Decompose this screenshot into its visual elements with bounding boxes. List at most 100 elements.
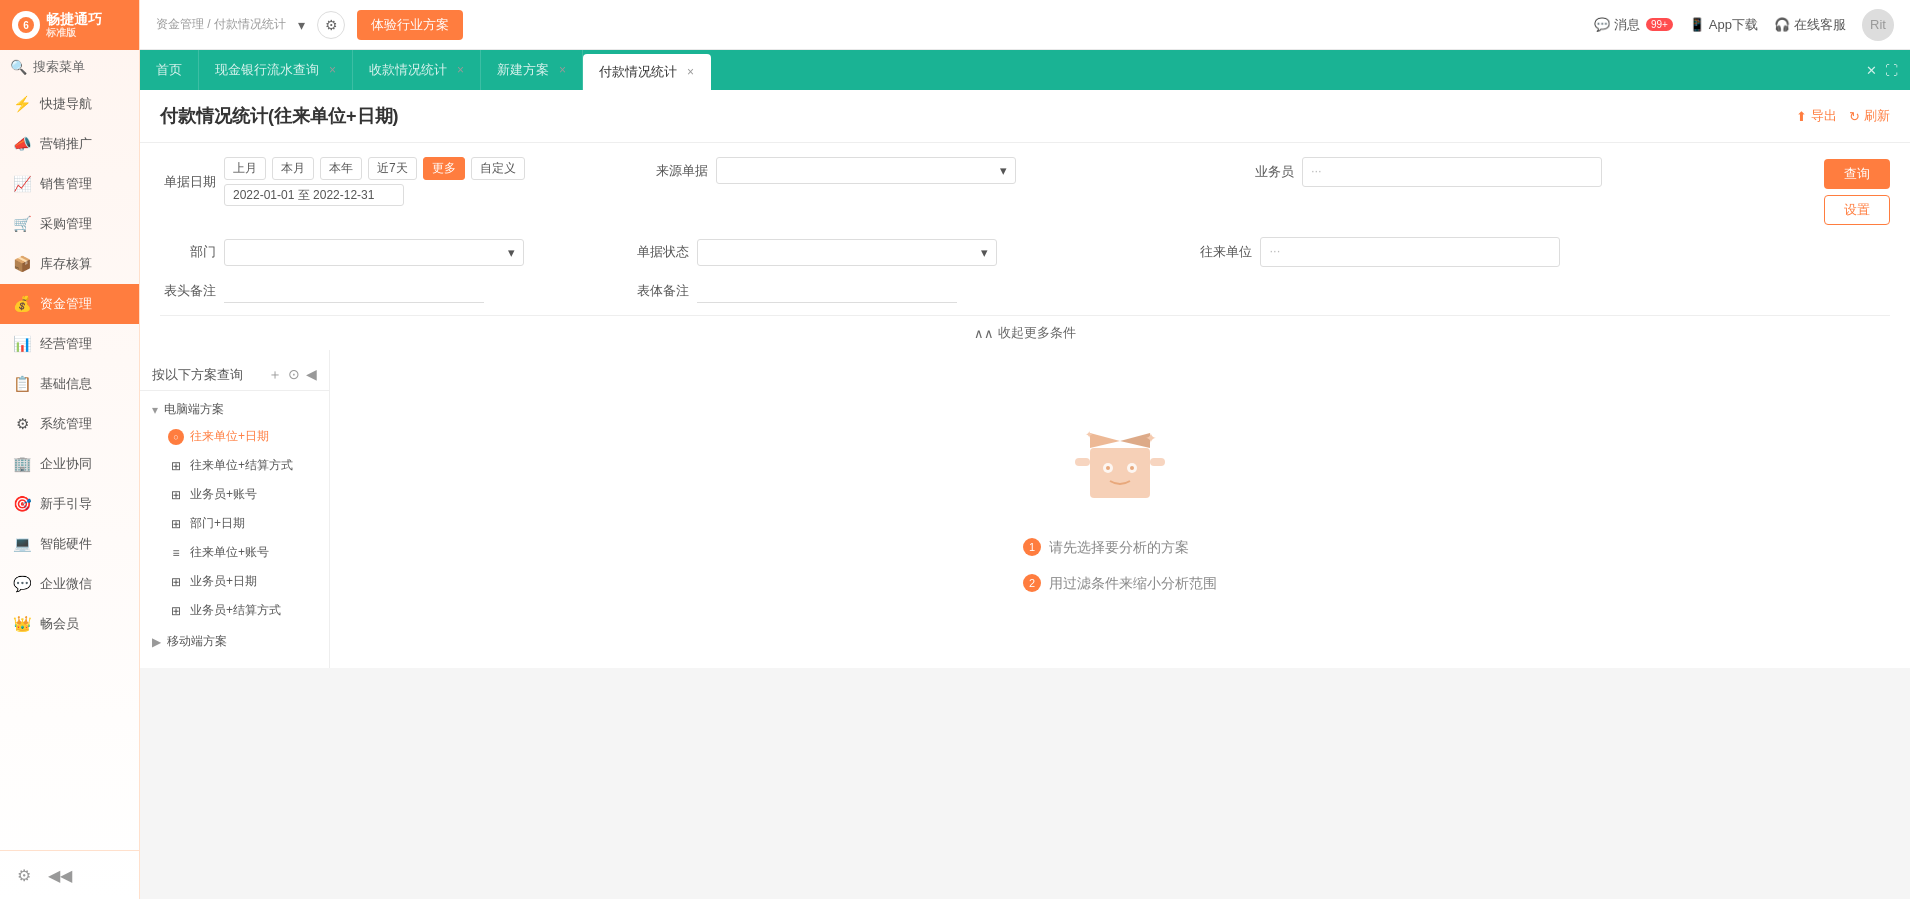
enterprise-icon: 🏢 [12, 454, 32, 474]
status-filter-label: 单据状态 [633, 243, 689, 261]
tab-income-stat-label: 收款情况统计 [369, 61, 447, 79]
tab-expand-icon[interactable]: ⛶ [1885, 63, 1898, 78]
sidebar-item-inventory[interactable]: 📦 库存核算 [0, 244, 139, 284]
scheme-group-pc-title[interactable]: ▾ 电脑端方案 [140, 397, 329, 422]
logo-icon: 6 [12, 11, 40, 39]
scheme-item-dept-date[interactable]: ⊞ 部门+日期 [140, 509, 329, 538]
avatar-text: Rit [1870, 17, 1886, 32]
scheme-add-btn[interactable]: ＋ [268, 366, 282, 384]
scheme-item-salesman-account[interactable]: ⊞ 业务员+账号 [140, 480, 329, 509]
sidebar-item-marketing[interactable]: 📣 营销推广 [0, 124, 139, 164]
marketing-icon: 📣 [12, 134, 32, 154]
status-select[interactable]: ▾ [697, 239, 997, 266]
sidebar-item-smart-hw[interactable]: 💻 智能硬件 [0, 524, 139, 564]
tab-new-scheme-close[interactable]: × [559, 63, 566, 77]
message-label: 消息 [1614, 16, 1640, 34]
sidebar-item-label: 新手引导 [40, 495, 92, 513]
svg-point-5 [1106, 466, 1110, 470]
export-btn[interactable]: ⬆ 导出 [1796, 107, 1837, 125]
tab-new-scheme[interactable]: 新建方案 × [481, 50, 583, 90]
sidebar-item-enterprise[interactable]: 🏢 企业协同 [0, 444, 139, 484]
topbar-gear-btn[interactable]: ⚙ [317, 11, 345, 39]
date-btn-this-year[interactable]: 本年 [320, 157, 362, 180]
empty-tip-2: 2 用过滤条件来缩小分析范围 [1023, 569, 1217, 597]
tip-num-2: 2 [1023, 574, 1041, 592]
user-avatar[interactable]: Rit [1862, 9, 1894, 41]
date-btn-this-month[interactable]: 本月 [272, 157, 314, 180]
sidebar-item-label: 快捷导航 [40, 95, 92, 113]
sidebar-item-vip[interactable]: 👑 畅会员 [0, 604, 139, 644]
query-btn[interactable]: 查询 [1824, 159, 1890, 189]
date-btn-7days[interactable]: 近7天 [368, 157, 417, 180]
sidebar-item-capital[interactable]: 💰 资金管理 [0, 284, 139, 324]
date-btn-more[interactable]: 更多 [423, 157, 465, 180]
tab-close-all-icon[interactable]: ✕ [1866, 63, 1877, 78]
tab-payment-stat[interactable]: 付款情况统计 × [583, 54, 711, 90]
salesman-account-label: 业务员+账号 [190, 486, 257, 503]
topbar-dropdown-arrow[interactable]: ▾ [298, 17, 305, 33]
partner-account-label: 往来单位+账号 [190, 544, 269, 561]
scheme-item-salesman-date[interactable]: ⊞ 业务员+日期 [140, 567, 329, 596]
salesman-select[interactable]: ··· [1302, 157, 1602, 187]
sidebar-collapse-btn[interactable]: ◀◀ [46, 861, 74, 889]
search-menu-item[interactable]: 🔍 搜索菜单 [0, 50, 139, 84]
source-select[interactable]: ▾ [716, 157, 1016, 184]
search-menu-label: 搜索菜单 [33, 58, 85, 76]
tab-cash-flow[interactable]: 现金银行流水查询 × [199, 50, 353, 90]
date-btn-last-month[interactable]: 上月 [224, 157, 266, 180]
scheme-settings-btn[interactable]: ⊙ [288, 366, 300, 384]
date-range-input[interactable] [224, 184, 404, 206]
empty-state-tips: 1 请先选择要分析的方案 2 用过滤条件来缩小分析范围 [1023, 533, 1217, 605]
body-note-group: 表体备注 [633, 279, 1177, 303]
sidebar-item-label: 销售管理 [40, 175, 92, 193]
tab-income-stat[interactable]: 收款情况统计 × [353, 50, 481, 90]
scheme-item-partner-account[interactable]: ≡ 往来单位+账号 [140, 538, 329, 567]
partner-select[interactable]: ··· [1260, 237, 1560, 267]
sidebar-item-sys-mgmt[interactable]: ⚙ 系统管理 [0, 404, 139, 444]
salesman-payment-label: 业务员+结算方式 [190, 602, 281, 619]
sidebar-item-operations[interactable]: 📊 经营管理 [0, 324, 139, 364]
date-filter-group: 单据日期 上月 本月 本年 近7天 更多 自定义 [160, 157, 632, 206]
settings-btn[interactable]: 设置 [1824, 195, 1890, 225]
sidebar-item-label: 畅会员 [40, 615, 79, 633]
tab-cash-flow-close[interactable]: × [329, 63, 336, 77]
tip-2-text: 用过滤条件来缩小分析范围 [1049, 569, 1217, 597]
sidebar-item-basic-info[interactable]: 📋 基础信息 [0, 364, 139, 404]
svg-rect-8 [1150, 458, 1165, 466]
collapse-btn[interactable]: ∧∧ 收起更多条件 [160, 315, 1890, 350]
message-btn[interactable]: 💬 消息 99+ [1594, 16, 1673, 34]
scheme-item-partner-payment[interactable]: ⊞ 往来单位+结算方式 [140, 451, 329, 480]
svg-text:✦: ✦ [1145, 430, 1157, 446]
scheme-collapse-btn[interactable]: ◀ [306, 366, 317, 384]
source-select-arrow: ▾ [1000, 163, 1007, 178]
sidebar-settings-btn[interactable]: ⚙ [10, 861, 38, 889]
collapse-icon: ∧∧ [974, 326, 994, 341]
date-btn-custom[interactable]: 自定义 [471, 157, 525, 180]
sidebar-item-sales[interactable]: 📈 销售管理 [0, 164, 139, 204]
scheme-item-partner-date[interactable]: ○ 往来单位+日期 [140, 422, 329, 451]
sidebar-item-purchase[interactable]: 🛒 采购管理 [0, 204, 139, 244]
message-icon: 💬 [1594, 17, 1610, 32]
salesman-filter-group: 业务员 ··· [1238, 157, 1804, 187]
trial-btn[interactable]: 体验行业方案 [357, 10, 463, 40]
refresh-btn[interactable]: ↻ 刷新 [1849, 107, 1890, 125]
app-download-btn[interactable]: 📱 App下载 [1689, 16, 1758, 34]
service-btn[interactable]: 🎧 在线客服 [1774, 16, 1846, 34]
scheme-item-salesman-payment[interactable]: ⊞ 业务员+结算方式 [140, 596, 329, 625]
scheme-group-mobile-title[interactable]: ▶ 移动端方案 [140, 629, 329, 654]
tab-home[interactable]: 首页 [140, 50, 199, 90]
pc-group-arrow: ▾ [152, 403, 158, 417]
sidebar-item-newbie[interactable]: 🎯 新手引导 [0, 484, 139, 524]
filter-row-2: 部门 ▾ 单据状态 ▾ 往来单位 ··· [160, 237, 1890, 267]
tab-payment-stat-close[interactable]: × [687, 65, 694, 79]
filter-row-3: 表头备注 表体备注 [160, 279, 1890, 303]
sidebar: 6 畅捷通巧 标准版 🔍 搜索菜单 ⚡ 快捷导航 📣 营销推广 📈 销售管理 🛒… [0, 0, 140, 899]
sidebar-item-quick-nav[interactable]: ⚡ 快捷导航 [0, 84, 139, 124]
dept-select[interactable]: ▾ [224, 239, 524, 266]
sidebar-item-weixin[interactable]: 💬 企业微信 [0, 564, 139, 604]
tab-income-stat-close[interactable]: × [457, 63, 464, 77]
body-note-input[interactable] [697, 279, 957, 303]
salesman-filter-label: 业务员 [1238, 163, 1294, 181]
header-note-input[interactable] [224, 279, 484, 303]
tab-new-scheme-label: 新建方案 [497, 61, 549, 79]
